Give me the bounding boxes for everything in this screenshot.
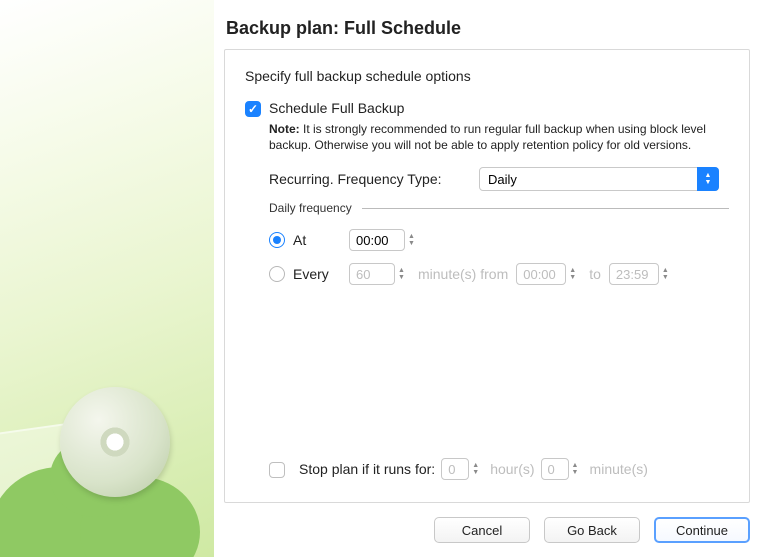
every-row: Every ▲▼ minute(s) from ▲▼ to ▲▼ (269, 263, 729, 285)
at-row: At ▲▼ (269, 229, 729, 251)
every-from-stepper[interactable]: ▲▼ (516, 263, 581, 285)
cancel-button[interactable]: Cancel (434, 517, 530, 543)
stepper-arrows-icon[interactable]: ▲▼ (662, 263, 674, 285)
stop-minutes-stepper[interactable]: ▲▼ (541, 458, 584, 480)
disc-graphic (60, 387, 170, 497)
note-prefix: Note: (269, 122, 300, 136)
schedule-checkbox-row: Schedule Full Backup (245, 100, 729, 117)
every-from-input[interactable] (516, 263, 566, 285)
frequency-value[interactable] (479, 167, 719, 191)
frequency-row: Recurring. Frequency Type: ▲▼ (269, 167, 729, 191)
stepper-arrows-icon[interactable]: ▲▼ (569, 263, 581, 285)
at-label: At (293, 232, 341, 248)
every-radio[interactable] (269, 266, 285, 282)
every-to-stepper[interactable]: ▲▼ (609, 263, 674, 285)
daily-frequency-divider: Daily frequency (269, 201, 729, 215)
stepper-arrows-icon[interactable]: ▲▼ (408, 229, 420, 251)
stepper-arrows-icon[interactable]: ▲▼ (398, 263, 410, 285)
page-title: Backup plan: Full Schedule (226, 18, 750, 39)
stepper-arrows-icon[interactable]: ▲▼ (472, 458, 484, 480)
sidebar-illustration (0, 0, 214, 557)
stop-hours-unit: hour(s) (490, 461, 534, 477)
stop-plan-label: Stop plan if it runs for: (299, 461, 435, 477)
stop-hours-stepper[interactable]: ▲▼ (441, 458, 484, 480)
continue-button[interactable]: Continue (654, 517, 750, 543)
stop-hours-input[interactable] (441, 458, 469, 480)
options-panel: Specify full backup schedule options Sch… (224, 49, 750, 503)
stop-minutes-input[interactable] (541, 458, 569, 480)
footer-buttons: Cancel Go Back Continue (224, 517, 750, 543)
every-to-label: to (589, 266, 601, 282)
every-value-stepper[interactable]: ▲▼ (349, 263, 410, 285)
at-time-stepper[interactable]: ▲▼ (349, 229, 420, 251)
schedule-full-backup-label: Schedule Full Backup (269, 100, 404, 116)
go-back-button[interactable]: Go Back (544, 517, 640, 543)
stop-plan-row: Stop plan if it runs for: ▲▼ hour(s) ▲▼ … (269, 458, 648, 480)
daily-frequency-label: Daily frequency (269, 201, 352, 215)
main-area: Backup plan: Full Schedule Specify full … (214, 0, 768, 557)
every-value-input[interactable] (349, 263, 395, 285)
backup-schedule-window: Backup plan: Full Schedule Specify full … (0, 0, 768, 557)
stop-minutes-unit: minute(s) (590, 461, 648, 477)
every-label: Every (293, 266, 341, 282)
divider-line (362, 208, 729, 209)
every-unit-text: minute(s) from (418, 266, 508, 282)
stop-plan-checkbox[interactable] (269, 462, 285, 478)
stepper-arrows-icon[interactable]: ▲▼ (572, 458, 584, 480)
schedule-full-backup-checkbox[interactable] (245, 101, 261, 117)
frequency-select[interactable]: ▲▼ (479, 167, 719, 191)
panel-subtitle: Specify full backup schedule options (245, 68, 729, 84)
at-time-input[interactable] (349, 229, 405, 251)
every-to-input[interactable] (609, 263, 659, 285)
schedule-note: Note: It is strongly recommended to run … (269, 121, 729, 153)
frequency-label: Recurring. Frequency Type: (269, 171, 479, 187)
select-arrows-icon: ▲▼ (697, 167, 719, 191)
at-radio[interactable] (269, 232, 285, 248)
note-text: It is strongly recommended to run regula… (269, 122, 706, 152)
